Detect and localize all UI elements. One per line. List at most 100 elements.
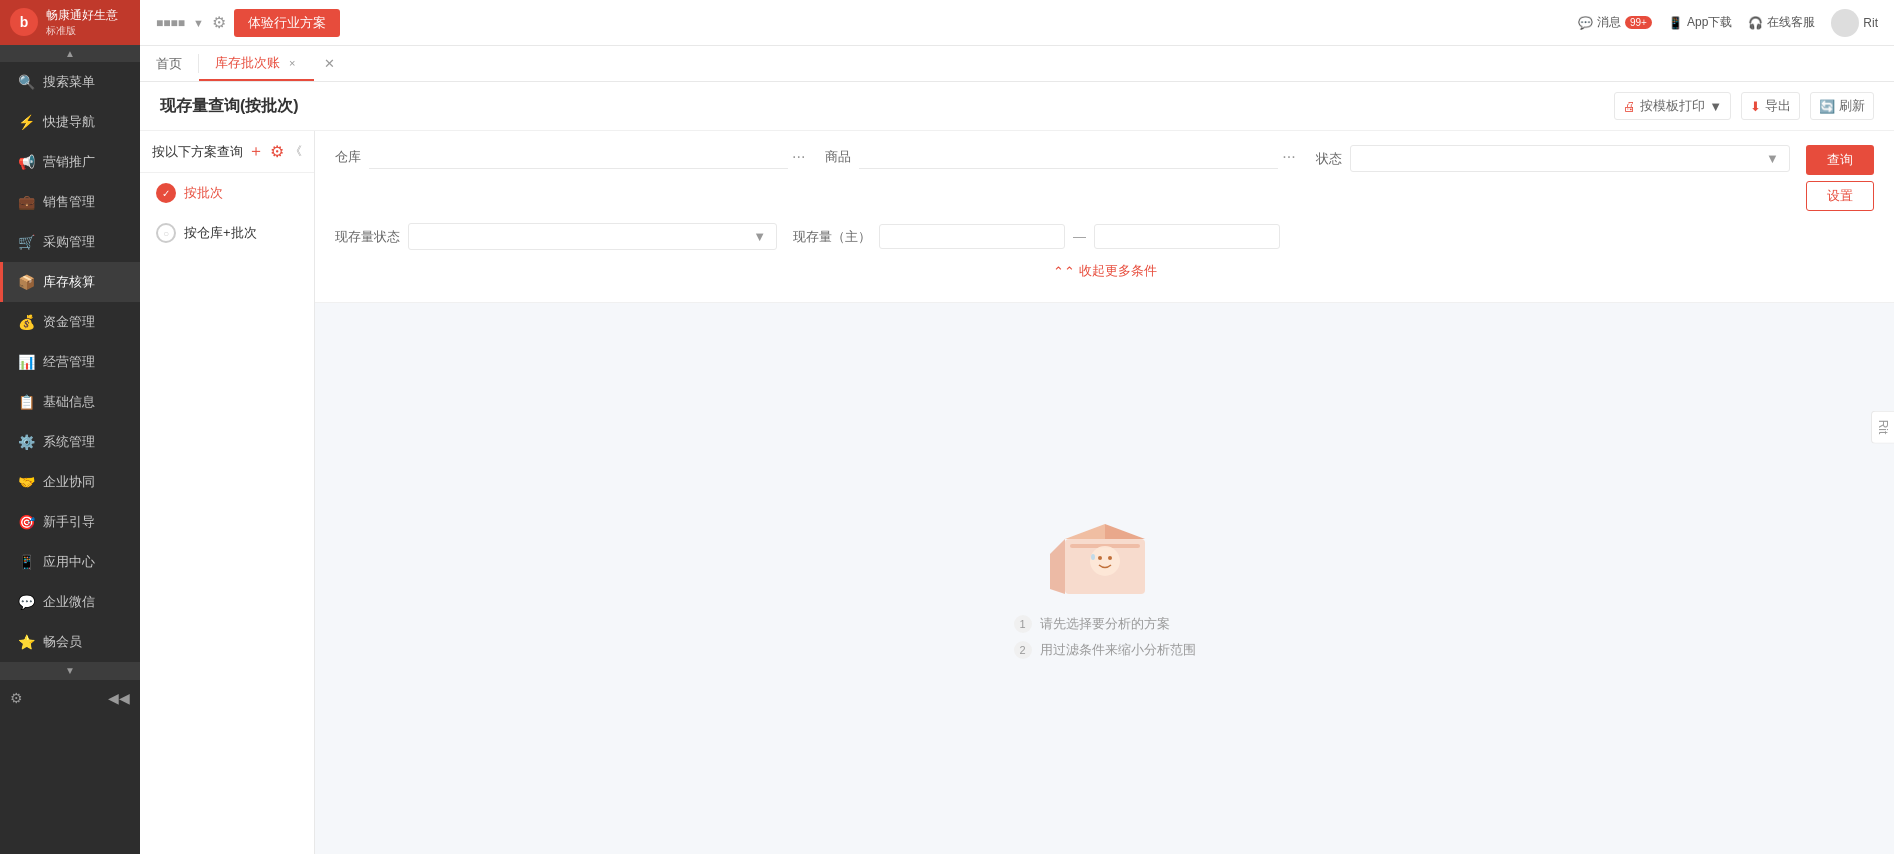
tab-bar: 首页 库存批次账 × ✕ [140,46,1894,82]
empty-illustration [1045,499,1165,599]
print-label: 按模板打印 [1640,97,1705,115]
export-label: 导出 [1765,97,1791,115]
topbar-right: 💬 消息 99+ 📱 App下载 🎧 在线客服 Rit [1578,9,1878,37]
sidebar-item-basic[interactable]: 📋 基础信息 [0,382,140,422]
export-icon: ⬇ [1750,99,1761,114]
topbar-settings-icon[interactable]: ⚙ [212,13,226,32]
messages-label: 消息 [1597,14,1621,31]
customer-service-group[interactable]: 🎧 在线客服 [1748,14,1815,31]
print-btn[interactable]: 🖨 按模板打印 ▼ [1614,92,1731,120]
sidebar-item-sales[interactable]: 💼 销售管理 [0,182,140,222]
guide-icon: 🎯 [17,513,35,531]
stock-quantity-to[interactable] [1094,224,1280,249]
sidebar-footer: ⚙ ◀◀ [0,679,140,716]
page-header: 现存量查询(按批次) 🖨 按模板打印 ▼ ⬇ 导出 🔄 刷新 [140,82,1894,131]
print-icon: 🖨 [1623,99,1636,114]
plan-by-warehouse-batch[interactable]: ○ 按仓库+批次 [140,213,314,253]
add-plan-icon[interactable]: ＋ [248,141,264,162]
page-actions: 🖨 按模板打印 ▼ ⬇ 导出 🔄 刷新 [1614,92,1874,120]
search-icon: 🔍 [17,73,35,91]
basic-icon: 📋 [17,393,35,411]
app-logo: b [10,8,38,36]
goods-input[interactable] [859,145,1278,169]
tip-text-1: 请先选择要分析的方案 [1040,615,1170,633]
sidebar-member-label: 畅会员 [43,633,82,651]
topbar-dropdown-icon[interactable]: ▼ [193,17,204,29]
sidebar-header: b 畅康通好生意 标准版 [0,0,140,45]
left-panel: 按以下方案查询 ＋ ⚙ 《 ✓ 按批次 ○ 按仓库+批次 [140,131,315,854]
plan-active-icon: ✓ [156,183,176,203]
stock-status-filter: 现存量状态 ▼ [335,223,777,250]
sidebar-item-system[interactable]: ⚙️ 系统管理 [0,422,140,462]
panel-header: 按以下方案查询 ＋ ⚙ 《 [140,131,314,173]
collapse-bar[interactable]: ⌃⌃ 收起更多条件 [335,254,1874,288]
sidebar-item-shortcut[interactable]: ⚡ 快捷导航 [0,102,140,142]
svg-marker-1 [1065,524,1105,539]
status-filter: 状态 ▼ [1316,145,1790,172]
export-btn[interactable]: ⬇ 导出 [1741,92,1800,120]
sidebar-item-apps[interactable]: 📱 应用中心 [0,542,140,582]
sidebar-item-purchase[interactable]: 🛒 采购管理 [0,222,140,262]
app-download-icon: 📱 [1668,16,1683,30]
sidebar-item-inventory[interactable]: 📦 库存核算 [0,262,140,302]
status-arrow-icon: ▼ [1766,151,1779,166]
print-dropdown-icon[interactable]: ▼ [1709,99,1722,114]
status-select[interactable]: ▼ [1350,145,1790,172]
sidebar-item-enterprise[interactable]: 🤝 企业协同 [0,462,140,502]
warehouse-dots[interactable]: ··· [788,148,809,166]
message-icon: 💬 [1578,16,1593,30]
collapse-panel-icon[interactable]: 《 [290,143,302,160]
sidebar-scroll-up[interactable]: ▲ [0,45,140,62]
sidebar-wechat-label: 企业微信 [43,593,95,611]
industry-btn[interactable]: 体验行业方案 [234,9,340,37]
warehouse-input[interactable] [369,145,788,169]
tab-close-btn[interactable]: × [286,56,298,70]
goods-dots[interactable]: ··· [1278,148,1299,166]
right-edge-tab[interactable]: Rit [1871,411,1894,444]
tab-home[interactable]: 首页 [140,46,198,81]
filter-area: 仓库 ··· 商品 ··· 状态 ▼ [315,131,1894,303]
home-label: 首页 [156,55,182,73]
sidebar-item-guide[interactable]: 🎯 新手引导 [0,502,140,542]
svg-point-5 [1090,546,1120,576]
finance-icon: 💰 [17,313,35,331]
sidebar-marketing-label: 营销推广 [43,153,95,171]
stock-quantity-filter: 现存量（主） — [793,224,1280,249]
refresh-icon: 🔄 [1819,99,1835,114]
sidebar-scroll-down[interactable]: ▼ [0,662,140,679]
sidebar-basic-label: 基础信息 [43,393,95,411]
sidebar-search-label: 搜索菜单 [43,73,95,91]
settings-footer-icon[interactable]: ⚙ [10,690,23,706]
sidebar-item-operations[interactable]: 📊 经营管理 [0,342,140,382]
collapse-sidebar-icon[interactable]: ◀◀ [108,690,130,706]
messages-badge: 99+ [1625,16,1652,29]
sidebar-item-marketing[interactable]: 📢 营销推广 [0,142,140,182]
sidebar-guide-label: 新手引导 [43,513,95,531]
app-download-group[interactable]: 📱 App下载 [1668,14,1732,31]
tab-inventory-batch[interactable]: 库存批次账 × [199,46,314,81]
empty-tip-1: 1 请先选择要分析的方案 [1014,615,1196,633]
plan-batch-label: 按批次 [184,184,223,202]
sidebar-system-label: 系统管理 [43,433,95,451]
refresh-btn[interactable]: 🔄 刷新 [1810,92,1874,120]
stock-quantity-from[interactable] [879,224,1065,249]
filter-settings-btn[interactable]: 设置 [1806,181,1874,211]
user-group[interactable]: Rit [1831,9,1878,37]
sidebar-item-search[interactable]: 🔍 搜索菜单 [0,62,140,102]
tab-close-area[interactable]: ✕ [314,46,345,81]
sidebar-item-member[interactable]: ⭐ 畅会员 [0,622,140,662]
quantity-dash: — [1073,229,1086,244]
operations-icon: 📊 [17,353,35,371]
sidebar-item-wechat[interactable]: 💬 企业微信 [0,582,140,622]
stock-status-select[interactable]: ▼ [408,223,777,250]
sidebar-item-finance[interactable]: 💰 资金管理 [0,302,140,342]
app-download-label: App下载 [1687,14,1732,31]
sales-icon: 💼 [17,193,35,211]
page-title: 现存量查询(按批次) [160,96,299,117]
content-area: 按以下方案查询 ＋ ⚙ 《 ✓ 按批次 ○ 按仓库+批次 [140,131,1894,854]
chevron-up-icon: ⌃⌃ [1053,264,1075,279]
plan-by-batch[interactable]: ✓ 按批次 [140,173,314,213]
settings-plan-icon[interactable]: ⚙ [270,142,284,161]
messages-group[interactable]: 💬 消息 99+ [1578,14,1652,31]
query-btn[interactable]: 查询 [1806,145,1874,175]
